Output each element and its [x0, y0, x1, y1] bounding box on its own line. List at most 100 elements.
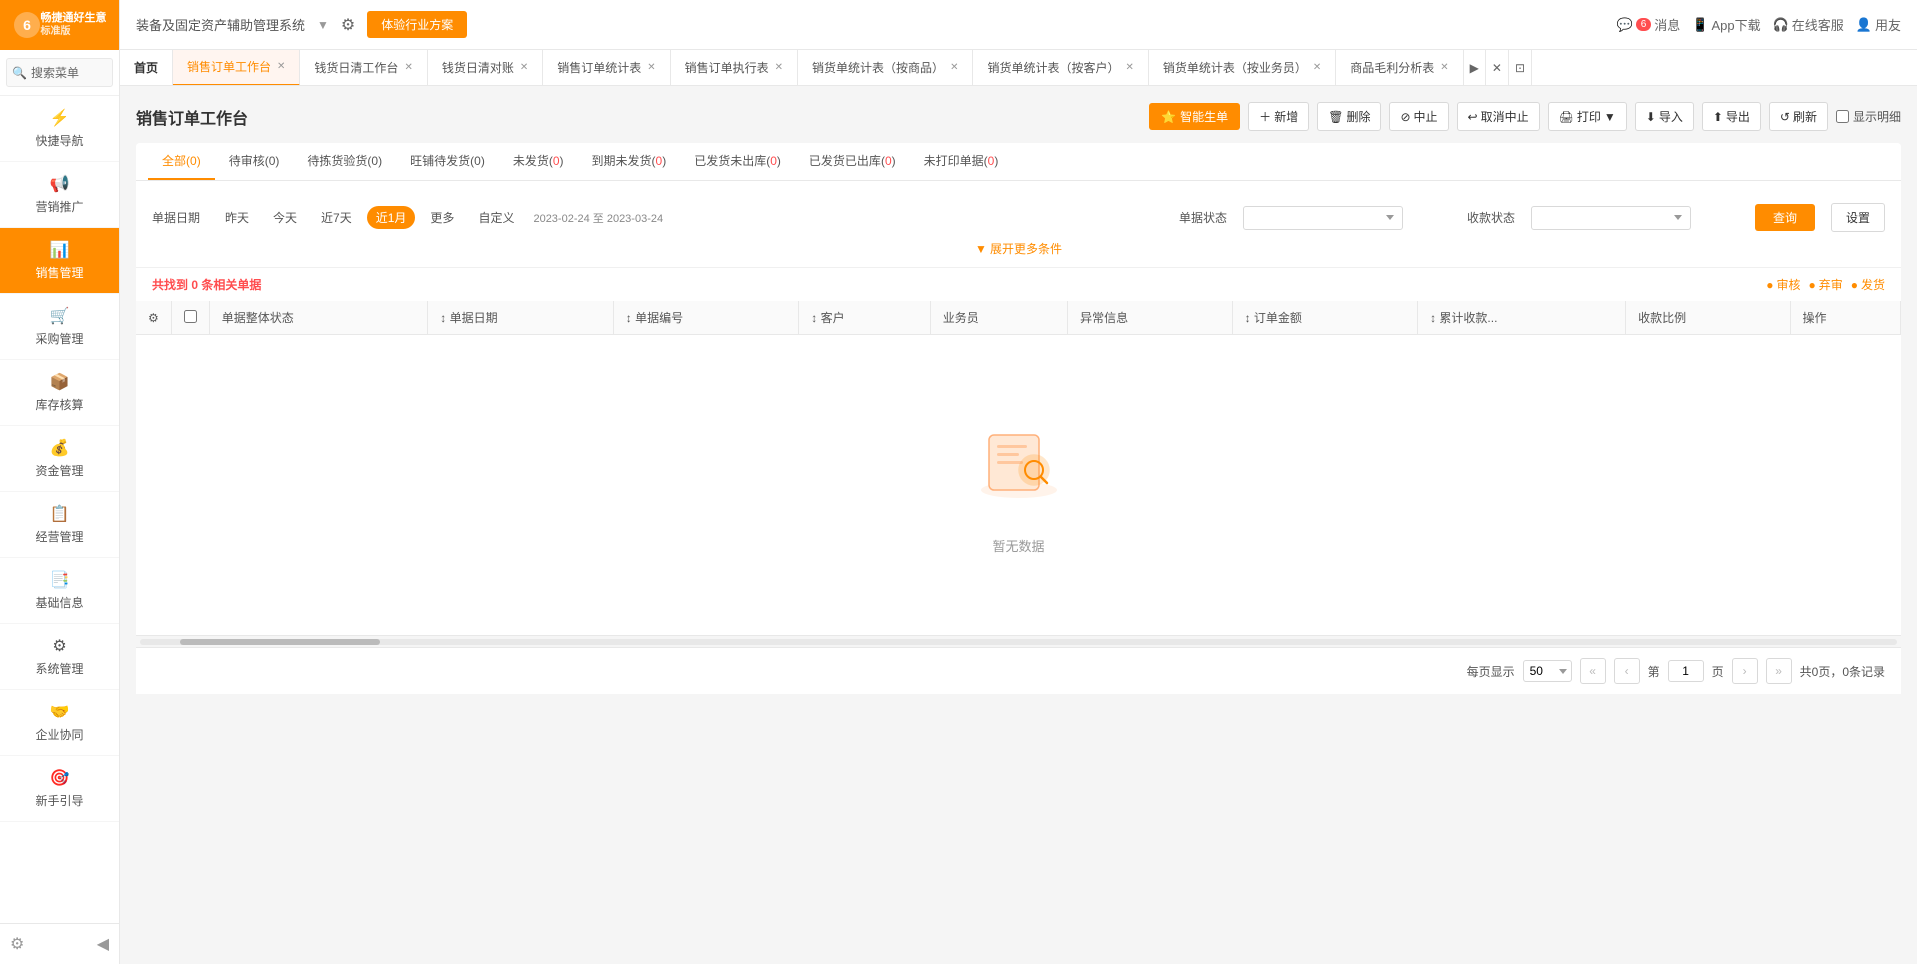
empty-state: 暂无数据: [136, 335, 1901, 635]
tab-close-btn[interactable]: ✕: [1313, 62, 1321, 73]
tab-close-btn[interactable]: ✕: [404, 62, 412, 73]
tab-sales-exec[interactable]: 销售订单执行表 ✕: [671, 50, 798, 86]
horizontal-scrollbar[interactable]: [136, 635, 1901, 647]
sidebar-item-finance[interactable]: 💰 资金管理: [0, 426, 119, 492]
subtab-expired-not-shipped[interactable]: 到期未发货(0): [578, 143, 681, 180]
subtab-shipped-out[interactable]: 已发货已出库(0): [795, 143, 910, 180]
topbar-dropdown-icon[interactable]: ▼: [317, 18, 329, 32]
query-btn[interactable]: 查询: [1755, 204, 1815, 231]
trash-icon: 🗑: [1328, 110, 1343, 124]
sidebar-item-inventory[interactable]: 📦 库存核算: [0, 360, 119, 426]
date-btn-custom[interactable]: 自定义: [469, 206, 523, 229]
tab-summary-customer[interactable]: 销货单统计表（按客户） ✕: [973, 50, 1148, 86]
review-action-btn[interactable]: ● 审核: [1766, 276, 1800, 293]
tab-home[interactable]: 首页: [120, 50, 173, 86]
subtab-shipped-not-out[interactable]: 已发货未出库(0): [680, 143, 795, 180]
user-avatar-btn[interactable]: 👤 用友: [1856, 15, 1901, 34]
subtab-not-shipped[interactable]: 未发货(0): [499, 143, 578, 180]
search-icon: 🔍: [12, 66, 27, 80]
show-detail-label[interactable]: 显示明细: [1836, 108, 1901, 125]
ship-label: 发货: [1861, 276, 1885, 293]
tab-close-btn[interactable]: ✕: [277, 61, 285, 72]
sidebar-item-marketing[interactable]: 📢 营销推广: [0, 162, 119, 228]
settings-icon-btn[interactable]: ⚙: [341, 15, 355, 35]
search-menu-btn[interactable]: 🔍 搜索菜单: [6, 58, 113, 87]
tab-sales-stat[interactable]: 销售订单统计表 ✕: [543, 50, 670, 86]
import-btn[interactable]: ⬇ 导入: [1635, 102, 1694, 131]
subtab-pending-review[interactable]: 待审核(0): [215, 143, 294, 180]
tab-close-btn[interactable]: ✕: [775, 62, 783, 73]
print-btn[interactable]: 🖨 打印 ▼: [1548, 102, 1627, 131]
app-download-btn[interactable]: 📱 App下载: [1692, 15, 1760, 34]
tab-expand-btn[interactable]: ⊡: [1509, 50, 1532, 86]
expand-more-btn[interactable]: ▼ 展开更多条件: [975, 240, 1062, 257]
add-btn[interactable]: ＋ 新增: [1248, 102, 1309, 131]
col-abnormal: 异常信息: [1068, 301, 1232, 335]
sidebar-item-system[interactable]: ⚙ 系统管理: [0, 624, 119, 690]
date-btn-today[interactable]: 今天: [264, 206, 306, 229]
subtab-count-alert: 0: [885, 154, 892, 168]
sidebar-item-basic-info[interactable]: 📑 基础信息: [0, 558, 119, 624]
sidebar-item-sales[interactable]: 📊 销售管理: [0, 228, 119, 294]
date-btn-yesterday[interactable]: 昨天: [216, 206, 258, 229]
col-settings[interactable]: ⚙: [136, 301, 171, 335]
headset-icon: 🎧: [1773, 17, 1789, 33]
tab-margin[interactable]: 商品毛利分析表 ✕: [1336, 50, 1463, 86]
ship-action-btn[interactable]: ● 发货: [1851, 276, 1885, 293]
tab-close-btn[interactable]: ✕: [520, 62, 528, 73]
settings-filter-btn[interactable]: 设置: [1831, 203, 1885, 232]
date-btn-more[interactable]: 更多: [421, 206, 463, 229]
show-detail-checkbox[interactable]: [1836, 110, 1849, 123]
online-service-btn[interactable]: 🎧 在线客服: [1773, 15, 1844, 34]
tab-summary-staff[interactable]: 销货单统计表（按业务员） ✕: [1149, 50, 1336, 86]
scrollbar-thumb[interactable]: [180, 639, 380, 645]
sidebar-item-guide[interactable]: 🎯 新手引导: [0, 756, 119, 822]
cancel-suspend-btn[interactable]: ↩ 取消中止: [1457, 102, 1540, 131]
message-btn[interactable]: 💬 6 消息: [1617, 15, 1681, 34]
collapse-sidebar-btn[interactable]: ◀: [97, 934, 109, 954]
export-btn[interactable]: ⬆ 导出: [1702, 102, 1761, 131]
tab-cash-reconcile[interactable]: 钱货日清对账 ✕: [428, 50, 543, 86]
tab-cash-daily[interactable]: 钱货日清工作台 ✕: [300, 50, 427, 86]
cancel-review-action-btn[interactable]: ● 弃审: [1808, 276, 1842, 293]
refresh-btn[interactable]: ↺ 刷新: [1769, 102, 1828, 131]
sidebar-item-quick-nav[interactable]: ⚡ 快捷导航: [0, 96, 119, 162]
tab-label: 销货单统计表（按业务员）: [1163, 59, 1307, 76]
page-number-input[interactable]: [1668, 660, 1704, 682]
star-icon: ⭐: [1161, 110, 1176, 124]
settings-bottom-btn[interactable]: ⚙: [10, 934, 24, 954]
tab-summary-product[interactable]: 销货单统计表（按商品） ✕: [798, 50, 973, 86]
smart-create-btn[interactable]: ⭐ 智能生单: [1149, 103, 1240, 130]
tab-close-btn[interactable]: ✕: [1440, 62, 1448, 73]
last-page-btn[interactable]: »: [1766, 658, 1792, 684]
delete-btn[interactable]: 🗑 删除: [1317, 102, 1381, 131]
industry-solution-btn[interactable]: 体验行业方案: [367, 11, 467, 38]
sidebar-item-purchase[interactable]: 🛒 采购管理: [0, 294, 119, 360]
sidebar-item-label: 新手引导: [35, 792, 83, 809]
sidebar-item-enterprise[interactable]: 🤝 企业协同: [0, 690, 119, 756]
col-customer-label: ↕ 客户: [811, 311, 844, 325]
subtab-pending-inspect[interactable]: 待拣货验货(0): [293, 143, 396, 180]
tab-label: 销货单统计表（按商品）: [812, 59, 944, 76]
tab-close-btn[interactable]: ✕: [647, 62, 655, 73]
search-label: 搜索菜单: [31, 64, 79, 81]
tab-close-all-btn[interactable]: ✕: [1486, 50, 1509, 86]
suspend-btn[interactable]: ⊘ 中止: [1389, 102, 1448, 131]
subtab-not-printed[interactable]: 未打印单据(0): [910, 143, 1013, 180]
sidebar-item-operation[interactable]: 📋 经营管理: [0, 492, 119, 558]
tab-sales-workbench[interactable]: 销售订单工作台 ✕: [173, 50, 300, 86]
tab-close-btn[interactable]: ✕: [1125, 62, 1133, 73]
next-page-btn[interactable]: ›: [1732, 658, 1758, 684]
prev-page-btn[interactable]: ‹: [1614, 658, 1640, 684]
select-all-checkbox[interactable]: [184, 310, 197, 323]
payment-filter-select[interactable]: [1531, 206, 1691, 230]
subtab-wangpu-pending[interactable]: 旺铺待发货(0): [396, 143, 499, 180]
date-btn-last1month[interactable]: 近1月: [367, 206, 416, 229]
date-btn-last7[interactable]: 近7天: [312, 206, 361, 229]
status-filter-select[interactable]: [1243, 206, 1403, 230]
tab-scroll-btn[interactable]: ▶: [1464, 50, 1486, 86]
subtab-all[interactable]: 全部(0): [148, 143, 215, 180]
first-page-btn[interactable]: «: [1580, 658, 1606, 684]
tab-close-btn[interactable]: ✕: [950, 62, 958, 73]
per-page-select[interactable]: 20 50 100 200: [1523, 660, 1572, 682]
